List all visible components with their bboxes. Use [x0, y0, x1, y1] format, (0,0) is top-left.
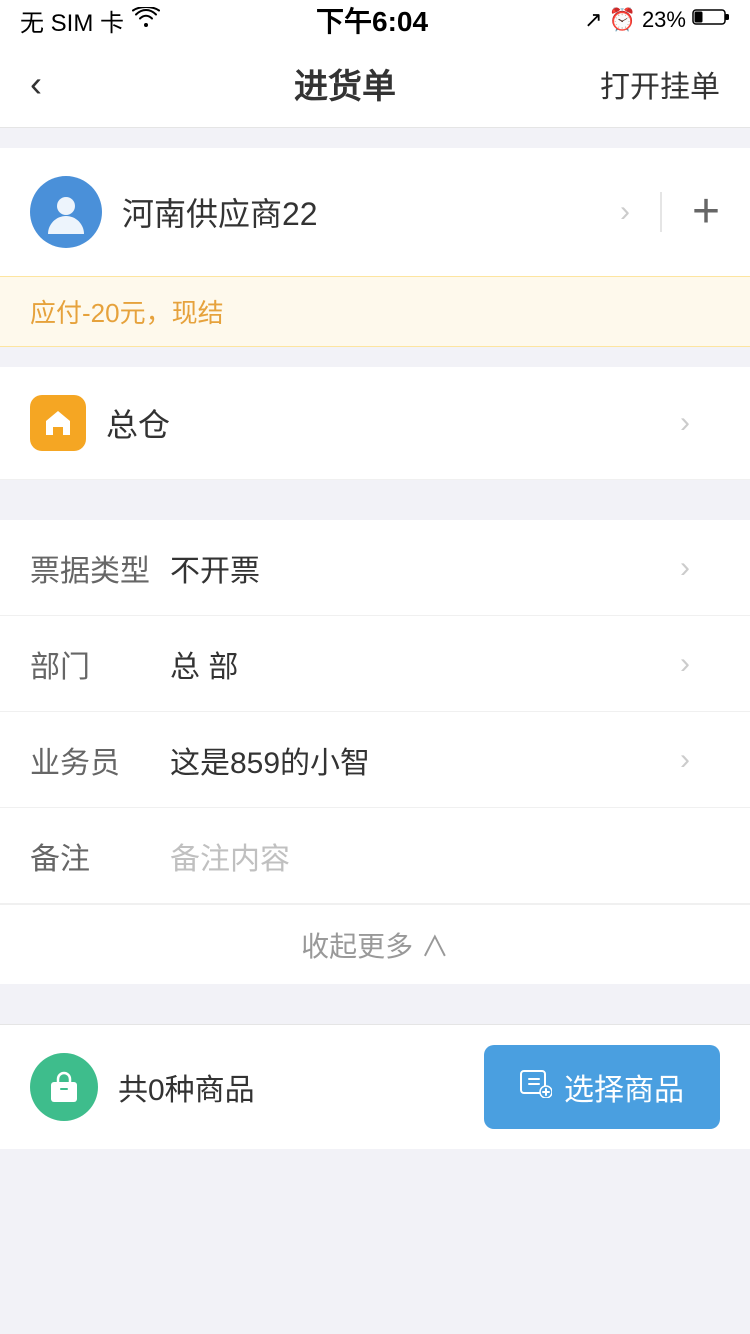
notice-bar: 应付-20元，现结: [0, 276, 750, 347]
location-icon: ↗: [584, 7, 602, 33]
status-bar: 无 SIM 卡 下午6:04 ↗ ⏰ 23%: [0, 0, 750, 40]
supplier-divider: [660, 192, 662, 232]
warehouse-row[interactable]: 总仓 ›: [0, 367, 750, 480]
bottom-bar: 共0种商品 选择商品: [0, 1024, 750, 1149]
salesperson-value: 这是859的小智: [170, 738, 680, 782]
select-product-icon: [520, 1070, 552, 1105]
add-supplier-button[interactable]: +: [692, 188, 720, 236]
back-button[interactable]: ‹: [30, 63, 90, 105]
wifi-icon: [132, 6, 160, 34]
warehouse-icon: [30, 395, 86, 451]
main-content: 河南供应商22 › + 应付-20元，现结 总仓 › 票据类型 不开票: [0, 128, 750, 1149]
supplier-name: 河南供应商22: [122, 189, 620, 235]
remark-label: 备注: [30, 834, 170, 878]
open-pending-button[interactable]: 打开挂单: [600, 62, 720, 106]
select-product-button[interactable]: 选择商品: [484, 1045, 720, 1129]
warehouse-section: 总仓 ›: [0, 367, 750, 480]
salesperson-row[interactable]: 业务员 这是859的小智 ›: [0, 712, 750, 808]
ticket-type-chevron-icon: ›: [680, 551, 690, 585]
notice-text: 应付-20元，现结: [30, 298, 224, 328]
gap-4: [0, 984, 750, 1004]
remark-row[interactable]: 备注 备注内容: [0, 808, 750, 904]
gap-3: [0, 480, 750, 500]
product-count: 共0种商品: [118, 1065, 484, 1109]
alarm-icon: ⏰: [609, 7, 636, 33]
collapse-button[interactable]: 收起更多 ∧: [0, 904, 750, 984]
salesperson-chevron-icon: ›: [680, 743, 690, 777]
battery-icon: [692, 7, 730, 33]
warehouse-chevron-icon: ›: [680, 406, 690, 440]
battery-text: 23%: [642, 7, 686, 33]
status-right: ↗ ⏰ 23%: [584, 7, 730, 33]
status-time: 下午6:04: [316, 0, 428, 40]
ticket-type-row[interactable]: 票据类型 不开票 ›: [0, 520, 750, 616]
remark-placeholder: 备注内容: [170, 834, 720, 878]
form-section: 票据类型 不开票 › 部门 总 部 › 业务员 这是859的小智 › 备注 备注…: [0, 520, 750, 984]
department-value: 总 部: [170, 642, 680, 686]
sim-text: 无 SIM 卡: [20, 3, 124, 38]
page-title: 进货单: [294, 59, 396, 108]
gap-1: [0, 128, 750, 148]
supplier-avatar: [30, 176, 102, 248]
ticket-type-value: 不开票: [170, 546, 680, 590]
department-row[interactable]: 部门 总 部 ›: [0, 616, 750, 712]
nav-bar: ‹ 进货单 打开挂单: [0, 40, 750, 128]
product-bag-icon: [30, 1053, 98, 1121]
ticket-type-label: 票据类型: [30, 546, 170, 590]
supplier-section: 河南供应商22 › + 应付-20元，现结: [0, 148, 750, 347]
select-product-label: 选择商品: [564, 1065, 684, 1109]
gap-2: [0, 347, 750, 367]
department-chevron-icon: ›: [680, 647, 690, 681]
supplier-chevron-icon: ›: [620, 195, 630, 229]
collapse-label: 收起更多 ∧: [301, 925, 449, 965]
supplier-row[interactable]: 河南供应商22 › +: [0, 148, 750, 276]
department-label: 部门: [30, 642, 170, 686]
warehouse-label: 总仓: [106, 400, 680, 446]
salesperson-label: 业务员: [30, 738, 170, 782]
status-left: 无 SIM 卡: [20, 3, 160, 38]
